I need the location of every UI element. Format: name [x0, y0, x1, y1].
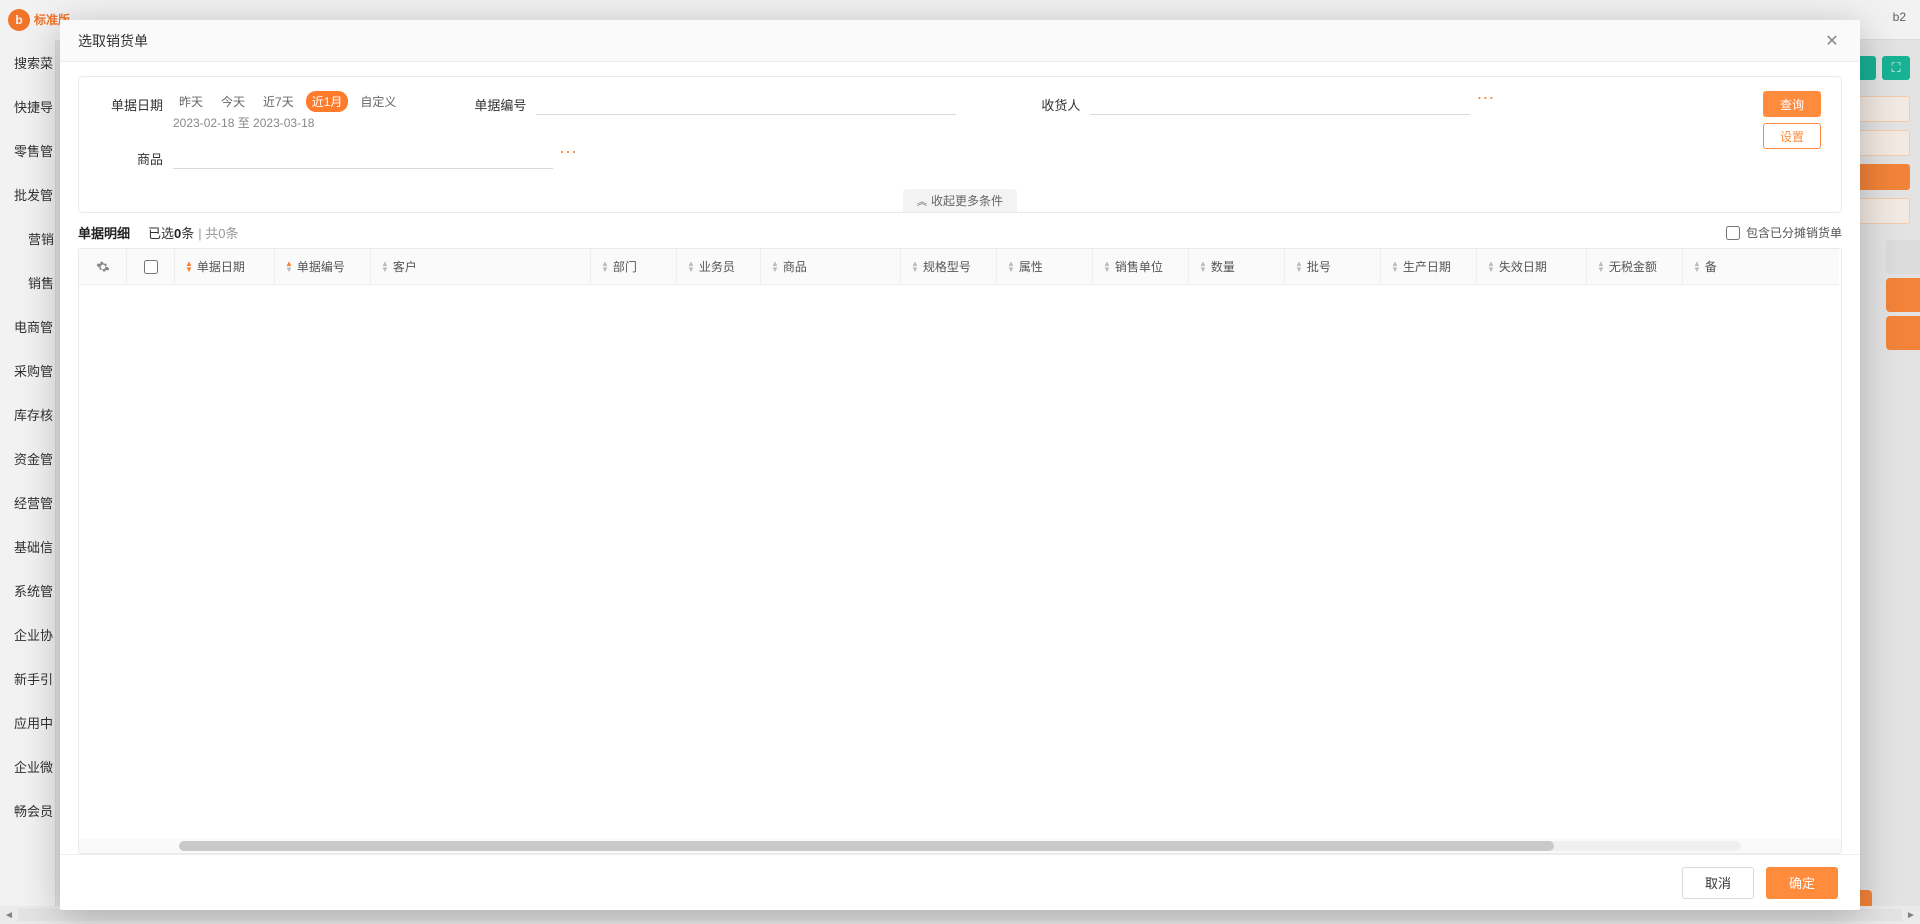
col-proddate[interactable]: ▲▼生产日期 [1381, 249, 1477, 284]
goods-input[interactable] [173, 145, 553, 169]
date-opt-1month[interactable]: 近1月 [306, 91, 349, 112]
scrollbar-track[interactable] [179, 841, 1741, 851]
filter-goods-label: 商品 [99, 145, 173, 168]
list-header: 单据明细 已选0条 | 共0条 包含已分摊销货单 [78, 223, 1842, 242]
col-attr[interactable]: ▲▼属性 [997, 249, 1093, 284]
col-unit[interactable]: ▲▼销售单位 [1093, 249, 1189, 284]
filter-code-label: 单据编号 [462, 91, 536, 114]
col-batch[interactable]: ▲▼批号 [1285, 249, 1381, 284]
sort-icon: ▲▼ [1199, 261, 1207, 273]
sort-icon: ▲▼ [381, 261, 389, 273]
collapse-label: 收起更多条件 [931, 192, 1003, 209]
list-tab-detail[interactable]: 单据明细 [78, 223, 130, 242]
filter-receiver: 收货人 ⋯ [1016, 91, 1496, 131]
include-allocated-label: 包含已分摊销货单 [1746, 224, 1842, 241]
col-code[interactable]: ▲▼单据编号 [275, 249, 371, 284]
col-cust[interactable]: ▲▼客户 [371, 249, 591, 284]
col-spec[interactable]: ▲▼规格型号 [901, 249, 997, 284]
col-notax[interactable]: ▲▼无税金额 [1587, 249, 1683, 284]
sort-icon: ▲▼ [285, 261, 293, 273]
filter-goods: 商品 ⋯ [99, 145, 1821, 179]
filter-receiver-label: 收货人 [1016, 91, 1090, 114]
col-sales[interactable]: ▲▼业务员 [677, 249, 761, 284]
table-body-empty [79, 285, 1841, 765]
col-dept[interactable]: ▲▼部门 [591, 249, 677, 284]
receiver-more-icon[interactable]: ⋯ [1476, 91, 1496, 105]
settings-button[interactable]: 设置 [1763, 123, 1821, 149]
include-allocated-checkbox[interactable]: 包含已分摊销货单 [1726, 224, 1842, 241]
include-allocated-input[interactable] [1726, 226, 1740, 240]
sort-icon: ▲▼ [1693, 261, 1701, 273]
sort-icon: ▲▼ [601, 261, 609, 273]
col-note[interactable]: ▲▼备 [1683, 249, 1731, 284]
search-button[interactable]: 查询 [1763, 91, 1821, 117]
filter-actions: 查询 设置 [1763, 91, 1821, 149]
sort-icon: ▲▼ [687, 261, 695, 273]
collapse-filters-toggle[interactable]: ︽ 收起更多条件 [903, 189, 1017, 212]
select-all-checkbox[interactable] [127, 249, 175, 284]
date-opt-today[interactable]: 今天 [215, 91, 251, 112]
cancel-button[interactable]: 取消 [1682, 867, 1754, 899]
date-opt-yesterday[interactable]: 昨天 [173, 91, 209, 112]
goods-more-icon[interactable]: ⋯ [559, 145, 579, 159]
confirm-button[interactable]: 确定 [1766, 867, 1838, 899]
close-icon[interactable]: ✕ [1822, 31, 1842, 51]
receiver-input[interactable] [1090, 91, 1470, 115]
scrollbar-thumb[interactable] [179, 841, 1554, 851]
chevron-up-icon: ︽ [917, 193, 927, 208]
sort-icon: ▲▼ [1103, 261, 1111, 273]
select-sales-order-modal: 选取销货单 ✕ 单据日期 昨天 今天 近7天 近1月 自定义 2023-02-1… [60, 20, 1860, 910]
column-settings-button[interactable] [79, 249, 127, 284]
date-quick-options: 昨天 今天 近7天 近1月 自定义 [173, 91, 402, 112]
sort-icon: ▲▼ [1487, 261, 1495, 273]
modal-footer: 取消 确定 [60, 854, 1860, 910]
table-horizontal-scrollbar[interactable] [79, 839, 1841, 853]
sort-icon: ▲▼ [911, 261, 919, 273]
sort-icon: ▲▼ [1597, 261, 1605, 273]
filter-code: 单据编号 [462, 91, 956, 131]
date-opt-7days[interactable]: 近7天 [257, 91, 300, 112]
sort-icon: ▲▼ [771, 261, 779, 273]
modal-header: 选取销货单 ✕ [60, 20, 1860, 62]
selected-count: 已选0条 [148, 223, 194, 242]
col-qty[interactable]: ▲▼数量 [1189, 249, 1285, 284]
filter-date: 单据日期 昨天 今天 近7天 近1月 自定义 2023-02-18 至 2023… [99, 91, 402, 131]
sort-icon: ▲▼ [1391, 261, 1399, 273]
gear-icon [96, 260, 110, 274]
modal-title: 选取销货单 [78, 31, 148, 51]
results-table: ▲▼单据日期▲▼单据编号▲▼客户▲▼部门▲▼业务员▲▼商品▲▼规格型号▲▼属性▲… [78, 248, 1842, 854]
total-count: | 共0条 [198, 223, 238, 242]
table-head: ▲▼单据日期▲▼单据编号▲▼客户▲▼部门▲▼业务员▲▼商品▲▼规格型号▲▼属性▲… [79, 249, 1839, 285]
sort-icon: ▲▼ [185, 261, 193, 273]
sort-icon: ▲▼ [1295, 261, 1303, 273]
col-goods[interactable]: ▲▼商品 [761, 249, 901, 284]
date-opt-custom[interactable]: 自定义 [354, 91, 402, 112]
filter-date-label: 单据日期 [99, 91, 173, 114]
filter-panel: 单据日期 昨天 今天 近7天 近1月 自定义 2023-02-18 至 2023… [78, 76, 1842, 213]
date-range-text: 2023-02-18 至 2023-03-18 [173, 114, 402, 131]
col-expdate[interactable]: ▲▼失效日期 [1477, 249, 1587, 284]
sort-icon: ▲▼ [1007, 261, 1015, 273]
col-date[interactable]: ▲▼单据日期 [175, 249, 275, 284]
doc-code-input[interactable] [536, 91, 956, 115]
